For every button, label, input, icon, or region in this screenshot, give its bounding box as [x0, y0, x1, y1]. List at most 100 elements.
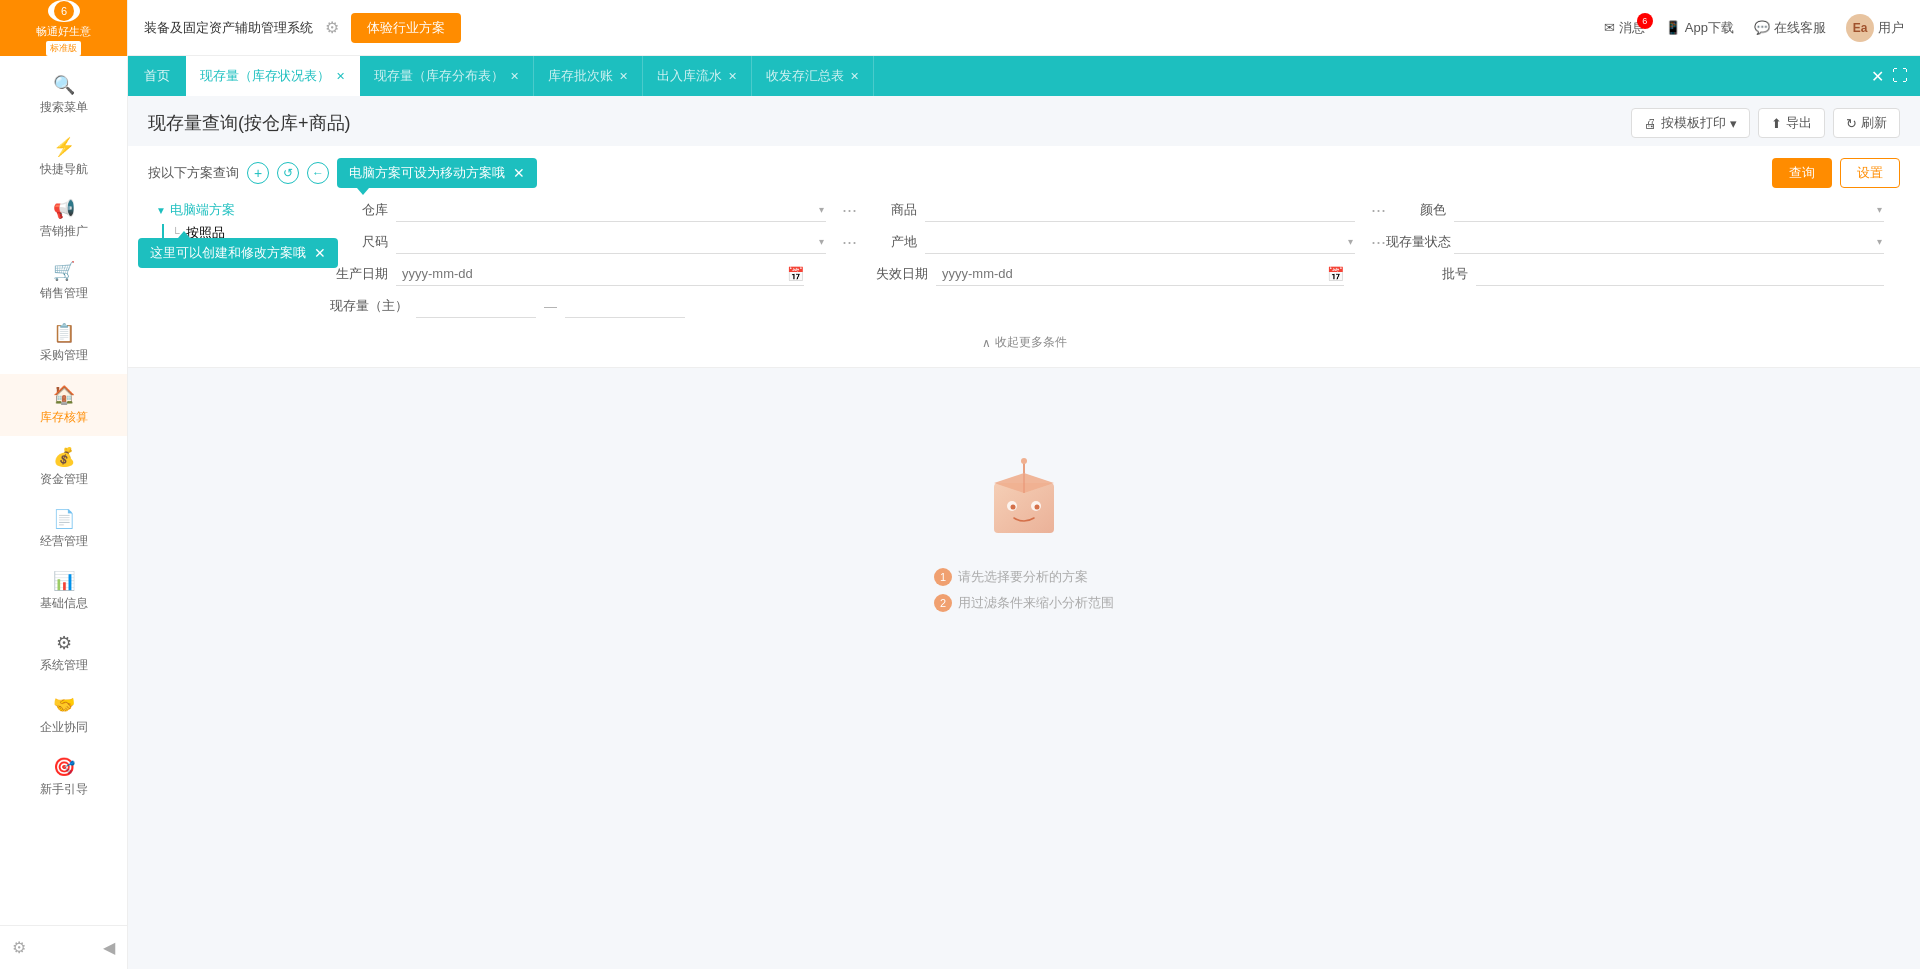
sidebar-label-guide: 新手引导 — [40, 781, 88, 798]
search-btn[interactable]: 查询 — [1772, 158, 1832, 188]
search-icon: 🔍 — [53, 74, 75, 96]
message-icon: ✉ — [1604, 20, 1615, 35]
tab-close-summary[interactable]: ✕ — [850, 70, 859, 83]
header-left: 装备及固定资产辅助管理系统 ⚙ 体验行业方案 — [144, 13, 461, 43]
header: 装备及固定资产辅助管理系统 ⚙ 体验行业方案 ✉ 消息 6 📱 App下载 💬 … — [128, 0, 1920, 56]
stock-status-select-wrapper[interactable]: ▾ — [1454, 230, 1884, 254]
sidebar-item-finance[interactable]: 💰 资金管理 — [0, 436, 127, 498]
tree-desktop-scheme[interactable]: ▼ 电脑端方案 — [148, 198, 328, 222]
header-gear-icon[interactable]: ⚙ — [325, 18, 339, 37]
app-download-btn[interactable]: 📱 App下载 — [1665, 19, 1734, 37]
refresh-btn[interactable]: ↻ 刷新 — [1833, 108, 1900, 138]
tab-summary[interactable]: 收发存汇总表 ✕ — [752, 56, 874, 96]
warehouse-more-icon[interactable]: ··· — [842, 200, 857, 221]
sidebar-item-search[interactable]: 🔍 搜索菜单 — [0, 64, 127, 126]
tree-desktop-label: 电脑端方案 — [170, 201, 235, 219]
size-select-wrapper[interactable]: ▾ — [396, 230, 826, 254]
color-arrow-icon: ▾ — [1877, 204, 1882, 215]
stock-status-label: 现存量状态 — [1386, 233, 1446, 251]
expire-date-label: 失效日期 — [868, 265, 928, 283]
produce-date-calendar-icon[interactable]: 📅 — [787, 266, 804, 282]
svg-point-10 — [1021, 458, 1027, 464]
produce-date-input[interactable] — [396, 262, 787, 285]
filter-field-expire-date: 失效日期 📅 — [868, 262, 1344, 286]
product-more-icon[interactable]: ··· — [1371, 200, 1386, 221]
scheme-tooltip-text: 电脑方案可设为移动方案哦 — [349, 164, 505, 182]
tabs-fullscreen-icon[interactable]: ⛶ — [1892, 67, 1908, 85]
support-icon: 💬 — [1754, 20, 1770, 35]
scheme-edit-tooltip-close[interactable]: ✕ — [314, 245, 326, 261]
sidebar-item-sales[interactable]: 🛒 销售管理 — [0, 250, 127, 312]
warehouse-select-wrapper[interactable]: ▾ — [396, 198, 826, 222]
sidebar-item-basic[interactable]: 📊 基础信息 — [0, 560, 127, 622]
tab-batch-account[interactable]: 库存批次账 ✕ — [534, 56, 643, 96]
collapse-sidebar-icon[interactable]: ◀ — [103, 938, 115, 957]
stock-qty-label: 现存量（主） — [328, 297, 408, 315]
sidebar-label-sales: 销售管理 — [40, 285, 88, 302]
origin-select-wrapper[interactable]: ▾ — [925, 230, 1355, 254]
step-1-num: 1 — [934, 568, 952, 586]
tab-inventory-dist[interactable]: 现存量（库存分布表） ✕ — [360, 56, 534, 96]
origin-arrow-icon: ▾ — [1348, 236, 1353, 247]
export-btn[interactable]: ⬆ 导出 — [1758, 108, 1825, 138]
sidebar-item-management[interactable]: 📄 经营管理 — [0, 498, 127, 560]
print-icon: 🖨 — [1644, 116, 1657, 131]
settings-icon[interactable]: ⚙ — [12, 938, 26, 957]
scheme-tooltip-close[interactable]: ✕ — [513, 165, 525, 181]
tree-expand-desktop: ▼ — [156, 205, 166, 216]
sidebar-item-quick[interactable]: ⚡ 快捷导航 — [0, 126, 127, 188]
user-area[interactable]: Ea 用户 — [1846, 14, 1904, 42]
origin-more-icon[interactable]: ··· — [1371, 232, 1386, 253]
tab-label-inventory-status: 现存量（库存状况表） — [200, 67, 330, 85]
tab-flow[interactable]: 出入库流水 ✕ — [643, 56, 752, 96]
warehouse-label: 仓库 — [328, 201, 388, 219]
tab-home[interactable]: 首页 — [128, 67, 186, 85]
reset-settings-btn[interactable]: 设置 — [1840, 158, 1900, 188]
warehouse-select[interactable] — [396, 198, 826, 221]
tabs-close-all-icon[interactable]: ✕ — [1871, 67, 1884, 86]
sidebar-item-system[interactable]: ⚙ 系统管理 — [0, 622, 127, 684]
origin-label: 产地 — [857, 233, 917, 251]
sidebar-item-purchase[interactable]: 📋 采购管理 — [0, 312, 127, 374]
sidebar-item-collab[interactable]: 🤝 企业协同 — [0, 684, 127, 746]
empty-steps: 1 请先选择要分析的方案 2 用过滤条件来缩小分析范围 — [934, 564, 1114, 616]
empty-step-1: 1 请先选择要分析的方案 — [934, 564, 1114, 590]
filter-row-4: 现存量（主） — — [328, 294, 1900, 318]
sidebar-item-guide[interactable]: 🎯 新手引导 — [0, 746, 127, 808]
filter-add-btn[interactable]: + — [247, 162, 269, 184]
product-input[interactable] — [925, 198, 1355, 222]
expire-date-field: 📅 — [936, 262, 1344, 286]
sidebar-label-basic: 基础信息 — [40, 595, 88, 612]
collab-icon: 🤝 — [53, 694, 75, 716]
tab-close-flow[interactable]: ✕ — [728, 70, 737, 83]
origin-select[interactable] — [925, 230, 1355, 253]
color-select[interactable] — [1454, 198, 1884, 221]
tab-close-inventory-status[interactable]: ✕ — [336, 70, 345, 83]
print-template-btn[interactable]: 🖨 按模板打印 ▾ — [1631, 108, 1750, 138]
color-select-wrapper[interactable]: ▾ — [1454, 198, 1884, 222]
size-select[interactable] — [396, 230, 826, 253]
expire-date-calendar-icon[interactable]: 📅 — [1327, 266, 1344, 282]
stock-qty-min-input[interactable] — [416, 294, 536, 318]
product-label: 商品 — [857, 201, 917, 219]
scheme-edit-tooltip: 这里可以创建和修改方案哦 ✕ — [138, 238, 338, 268]
filter-arrow-btn[interactable]: ← — [307, 162, 329, 184]
tab-label-batch-account: 库存批次账 — [548, 67, 613, 85]
sidebar-item-marketing[interactable]: 📢 营销推广 — [0, 188, 127, 250]
industry-btn[interactable]: 体验行业方案 — [351, 13, 461, 43]
sidebar-item-inventory[interactable]: 🏠 库存核算 — [0, 374, 127, 436]
tab-inventory-status[interactable]: 现存量（库存状况表） ✕ — [186, 56, 360, 96]
message-btn[interactable]: ✉ 消息 6 — [1604, 19, 1645, 37]
online-support-btn[interactable]: 💬 在线客服 — [1754, 19, 1826, 37]
batch-input[interactable] — [1476, 262, 1884, 286]
expire-date-input[interactable] — [936, 262, 1327, 285]
stock-qty-max-input[interactable] — [565, 294, 685, 318]
tabs-bar: 首页 现存量（库存状况表） ✕ 现存量（库存分布表） ✕ 库存批次账 ✕ 出入库… — [128, 56, 1920, 96]
filter-reset-btn[interactable]: ↺ — [277, 162, 299, 184]
stock-status-select[interactable] — [1454, 230, 1884, 253]
size-more-icon[interactable]: ··· — [842, 232, 857, 253]
sidebar-label-system: 系统管理 — [40, 657, 88, 674]
tab-close-batch-account[interactable]: ✕ — [619, 70, 628, 83]
collapse-filter-btn[interactable]: ∧ 收起更多条件 — [148, 326, 1900, 359]
tab-close-inventory-dist[interactable]: ✕ — [510, 70, 519, 83]
